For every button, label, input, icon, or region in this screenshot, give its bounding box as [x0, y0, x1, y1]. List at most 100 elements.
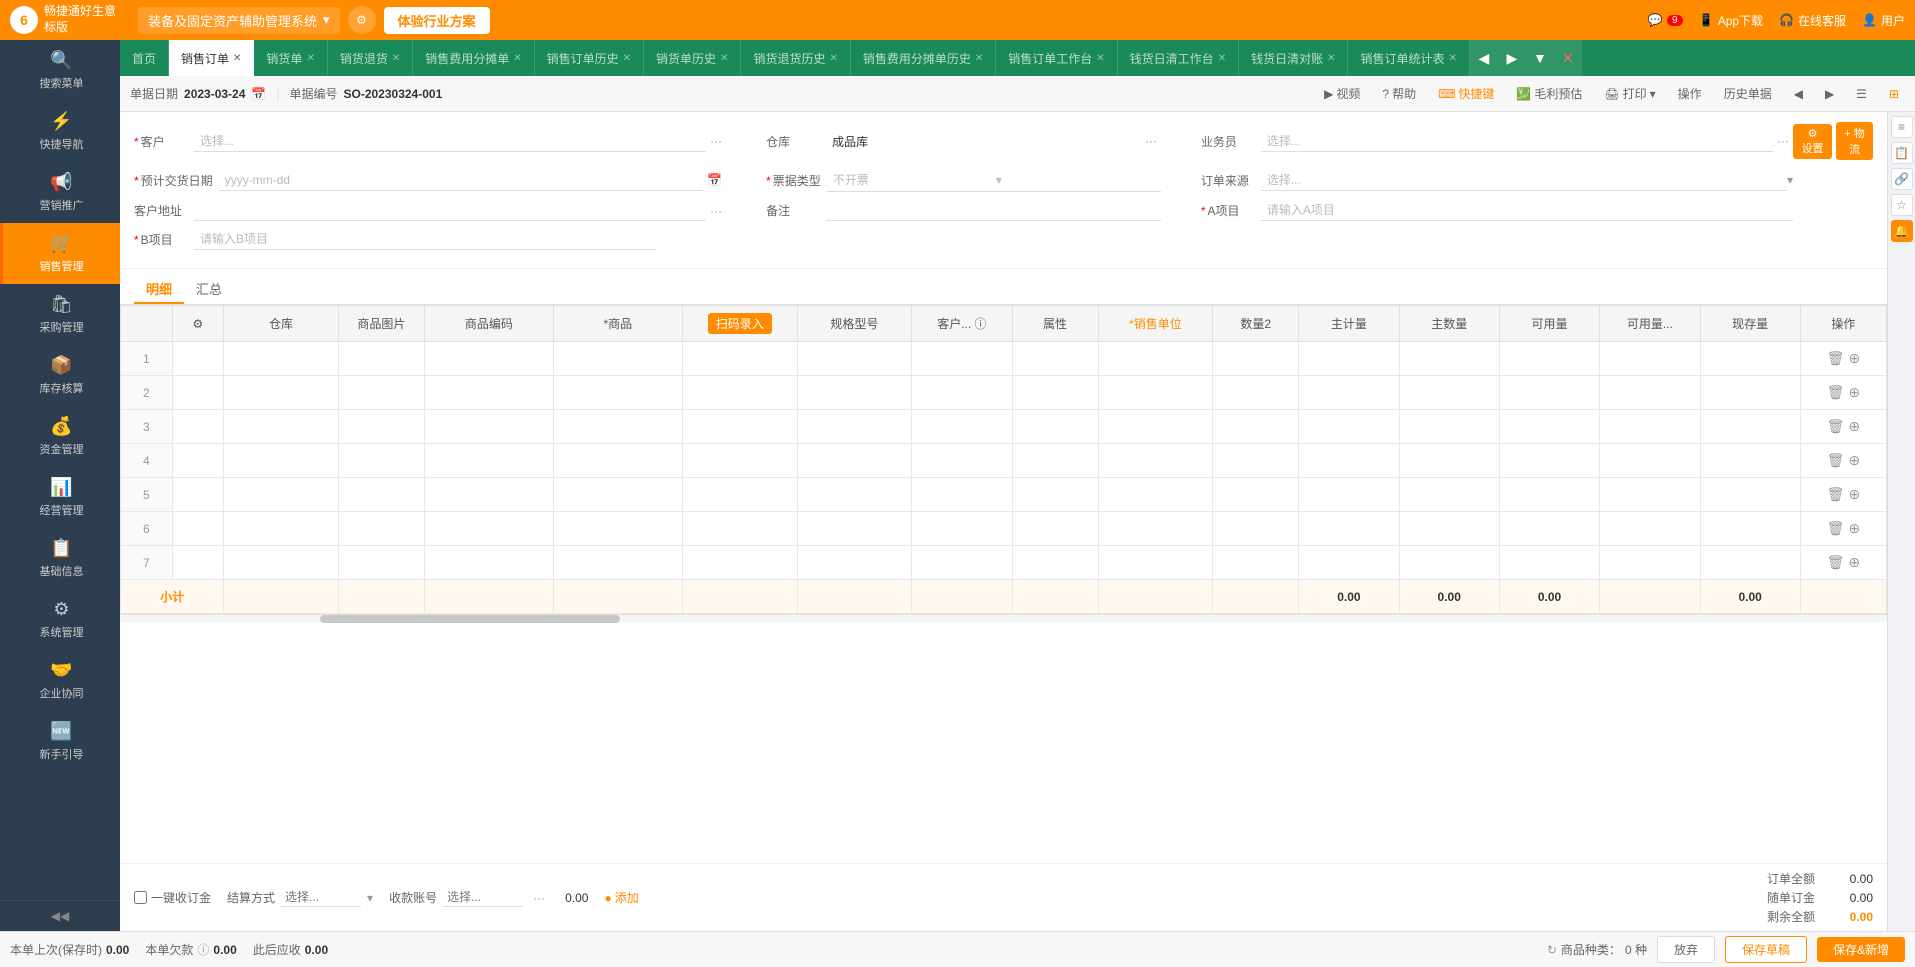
- payment-account-input[interactable]: [443, 888, 523, 907]
- address-expand-icon[interactable]: ···: [706, 204, 726, 218]
- b-project-input[interactable]: [194, 229, 656, 250]
- tab-sales-order-history[interactable]: 销售订单历史 ✕: [535, 40, 644, 76]
- sidebar-item-shortcut[interactable]: ⚡ 快捷导航: [0, 101, 120, 162]
- tab-close-icon[interactable]: ✕: [233, 53, 241, 64]
- address-input[interactable]: [194, 200, 706, 221]
- view-button[interactable]: ▶ 视频: [1318, 83, 1366, 104]
- app-download-button[interactable]: 📱 App下载: [1699, 12, 1763, 29]
- row-warehouse[interactable]: [224, 342, 339, 376]
- sidebar-collapse-button[interactable]: ◀◀: [0, 900, 120, 931]
- row-main-qty[interactable]: [1399, 342, 1499, 376]
- horizontal-scrollbar[interactable]: [120, 614, 1887, 622]
- tab-close-icon[interactable]: ✕: [623, 53, 631, 64]
- tab-summary[interactable]: 汇总: [184, 275, 234, 304]
- sidebar-item-marketing[interactable]: 📢 营销推广: [0, 162, 120, 223]
- row-unit[interactable]: [1098, 546, 1213, 580]
- customer-expand-icon[interactable]: ···: [706, 134, 726, 148]
- shortcut-button[interactable]: ⌨ 快捷键: [1432, 83, 1500, 104]
- order-source-input[interactable]: [1261, 170, 1787, 191]
- row-main-qty[interactable]: [1399, 478, 1499, 512]
- print-button[interactable]: 🖨 打印 ▾: [1598, 83, 1661, 104]
- one-click-deposit-checkbox[interactable]: 一键收订金: [134, 889, 211, 906]
- row-qty2[interactable]: [1213, 342, 1299, 376]
- tab-close-icon[interactable]: ✕: [975, 53, 983, 64]
- row-code[interactable]: [424, 444, 553, 478]
- row-spec[interactable]: [797, 410, 912, 444]
- row-spec[interactable]: [797, 444, 912, 478]
- calendar-icon[interactable]: 📅: [251, 87, 266, 101]
- solution-button[interactable]: 体验行业方案: [384, 7, 490, 34]
- right-panel-btn-3[interactable]: 🔗: [1891, 168, 1913, 190]
- row-attr[interactable]: [1012, 410, 1098, 444]
- settings-button[interactable]: ⚙ 设置: [1793, 124, 1832, 159]
- operation-button[interactable]: 操作: [1672, 83, 1708, 104]
- tab-sales-order[interactable]: 销售订单 ✕: [169, 40, 254, 76]
- payment-method-input[interactable]: [281, 888, 361, 907]
- sidebar-item-management[interactable]: 📊 经营管理: [0, 467, 120, 528]
- sidebar-item-inventory[interactable]: 📦 库存核算: [0, 345, 120, 406]
- row-copy-icon[interactable]: ⊕: [1848, 452, 1860, 469]
- prev-record-button[interactable]: ◀: [1788, 85, 1809, 103]
- row-attr[interactable]: [1012, 376, 1098, 410]
- row-delete-icon[interactable]: 🗑: [1827, 418, 1845, 435]
- row-warehouse[interactable]: [224, 478, 339, 512]
- delivery-input[interactable]: [219, 170, 703, 191]
- row-delete-icon[interactable]: 🗑: [1827, 452, 1845, 469]
- tab-expense-history[interactable]: 销售费用分摊单历史 ✕: [851, 40, 996, 76]
- row-goods[interactable]: [553, 410, 682, 444]
- row-attr[interactable]: [1012, 444, 1098, 478]
- sidebar-item-sales[interactable]: 🛒 销售管理: [0, 223, 120, 284]
- sidebar-item-guide[interactable]: 🆕 新手引导: [0, 711, 120, 772]
- tab-prev-button[interactable]: ◀: [1470, 40, 1498, 76]
- row-customer-code[interactable]: [912, 512, 1012, 546]
- profit-button[interactable]: 💹 毛利预估: [1510, 83, 1588, 104]
- right-panel-btn-4[interactable]: ☆: [1891, 194, 1913, 216]
- row-main-qty[interactable]: [1399, 444, 1499, 478]
- tab-next-button[interactable]: ▶: [1498, 40, 1526, 76]
- row-unit[interactable]: [1098, 478, 1213, 512]
- row-main-qty[interactable]: [1399, 410, 1499, 444]
- row-code[interactable]: [424, 342, 553, 376]
- row-code[interactable]: [424, 376, 553, 410]
- scan-button[interactable]: 扫码录入: [708, 313, 772, 334]
- row-warehouse[interactable]: [224, 410, 339, 444]
- discard-button[interactable]: 放弃: [1657, 936, 1715, 963]
- row-copy-icon[interactable]: ⊕: [1848, 350, 1860, 367]
- row-customer-code[interactable]: [912, 342, 1012, 376]
- salesperson-expand-icon[interactable]: ···: [1773, 134, 1793, 148]
- online-service-button[interactable]: 🎧 在线客服: [1779, 12, 1846, 29]
- salesperson-input[interactable]: [1261, 131, 1773, 152]
- row-main-qty[interactable]: [1399, 546, 1499, 580]
- row-customer-code[interactable]: [912, 410, 1012, 444]
- sidebar-item-basic-info[interactable]: 📋 基础信息: [0, 528, 120, 589]
- message-button[interactable]: 💬 9 💬: [1648, 13, 1683, 27]
- row-delete-icon[interactable]: 🗑: [1827, 554, 1845, 571]
- row-unit[interactable]: [1098, 444, 1213, 478]
- row-warehouse[interactable]: [224, 444, 339, 478]
- one-click-checkbox-input[interactable]: [134, 891, 147, 904]
- list-view-button[interactable]: ☰: [1850, 85, 1873, 103]
- row-customer-code[interactable]: [912, 546, 1012, 580]
- row-spec[interactable]: [797, 512, 912, 546]
- tab-close-icon[interactable]: ✕: [392, 53, 400, 64]
- tab-sales-invoice[interactable]: 销货单 ✕: [254, 40, 327, 76]
- row-main-qty[interactable]: [1399, 512, 1499, 546]
- row-unit[interactable]: [1098, 342, 1213, 376]
- ticket-select[interactable]: 不开票 ▾: [827, 168, 1161, 192]
- help-button[interactable]: ? 帮助: [1376, 83, 1422, 104]
- tab-statistics[interactable]: 销售订单统计表 ✕: [1348, 40, 1469, 76]
- row-copy-icon[interactable]: ⊕: [1848, 384, 1860, 401]
- tab-daily-workbench[interactable]: 钱货日清工作台 ✕: [1118, 40, 1239, 76]
- row-goods[interactable]: [553, 512, 682, 546]
- row-spec[interactable]: [797, 546, 912, 580]
- right-panel-btn-5[interactable]: 🔔: [1891, 220, 1913, 242]
- right-panel-btn-2[interactable]: 📋: [1891, 142, 1913, 164]
- sidebar-item-finance[interactable]: 💰 资金管理: [0, 406, 120, 467]
- customer-input[interactable]: [194, 131, 706, 152]
- tab-workbench[interactable]: 销售订单工作台 ✕: [996, 40, 1117, 76]
- history-button[interactable]: 历史单据: [1718, 83, 1778, 104]
- row-customer-code[interactable]: [912, 444, 1012, 478]
- row-warehouse[interactable]: [224, 546, 339, 580]
- next-record-button[interactable]: ▶: [1819, 85, 1840, 103]
- settings-icon[interactable]: ⚙: [348, 6, 376, 34]
